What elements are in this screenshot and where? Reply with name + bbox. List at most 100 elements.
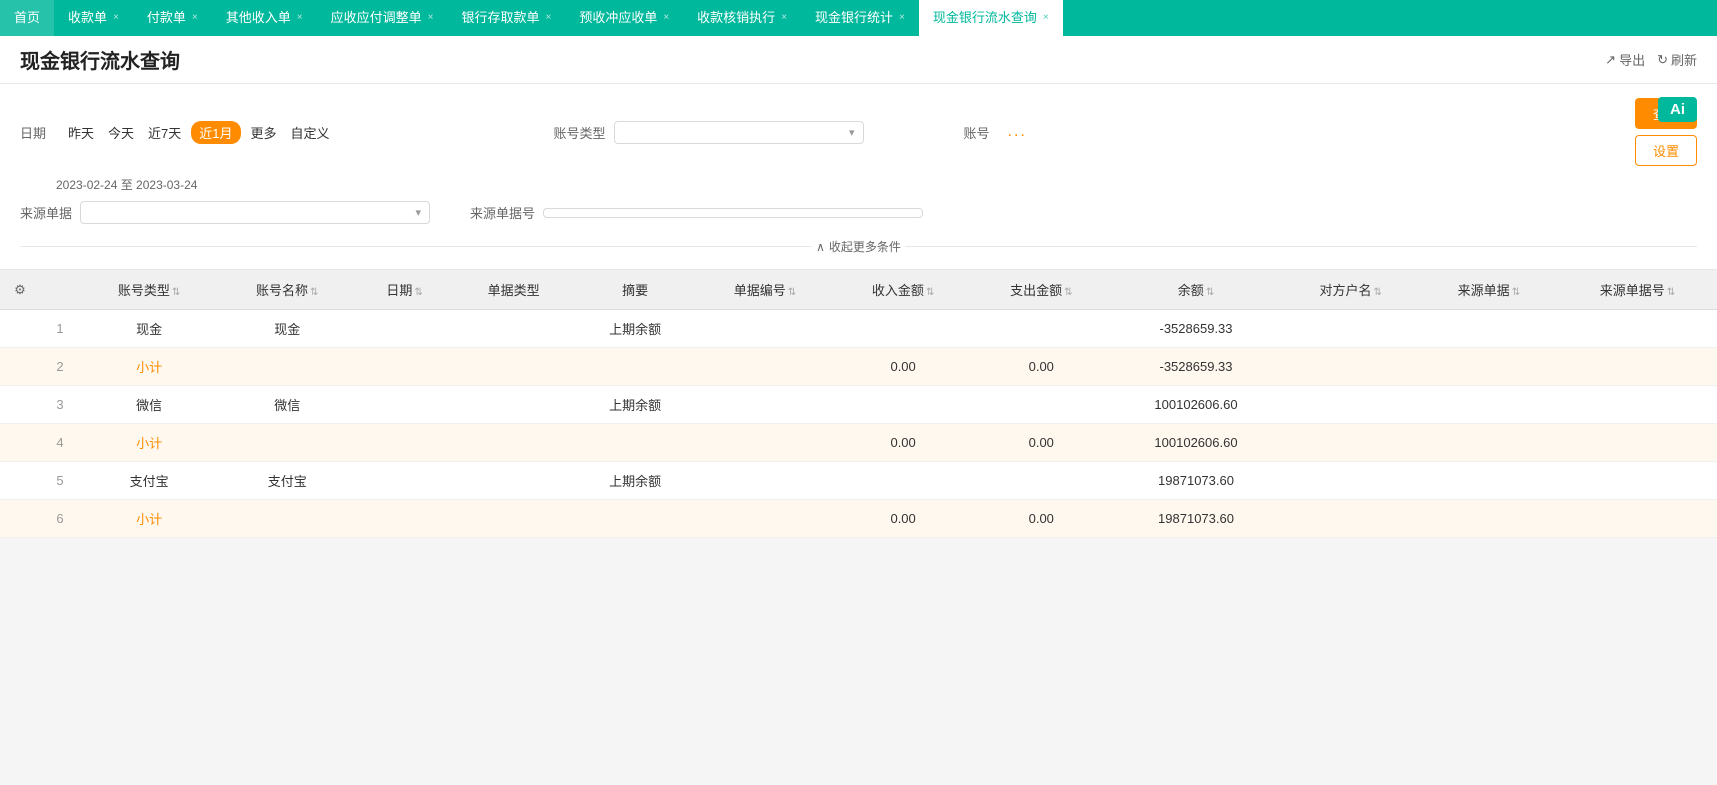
sort-icon: ⇅ [310,287,318,298]
close-icon[interactable]: × [428,0,434,36]
close-icon[interactable]: × [545,0,551,36]
cell-source_doc [1420,500,1558,538]
nav-item-首页[interactable]: 首页 [0,0,54,36]
nav-item-现金银行统计[interactable]: 现金银行统计× [801,0,919,36]
settings-button[interactable]: 设置 [1635,135,1697,166]
cell-num: 4 [40,424,80,462]
cell-account_name: 支付宝 [218,462,356,500]
close-icon[interactable]: × [192,0,198,36]
table-row: 3微信微信上期余额100102606.60 [0,386,1717,424]
data-table: ⚙账号类型⇅账号名称⇅日期⇅单据类型摘要单据编号⇅收入金额⇅支出金额⇅余额⇅对方… [0,270,1717,538]
table-area: ⚙账号类型⇅账号名称⇅日期⇅单据类型摘要单据编号⇅收入金额⇅支出金额⇅余额⇅对方… [0,270,1717,538]
cell-account_type: 小计 [80,500,218,538]
source-doc-input[interactable]: ▾ [80,201,430,224]
cell-account_name: 现金 [218,310,356,348]
cell-date [356,424,453,462]
cell-source_doc_no [1558,500,1717,538]
refresh-icon: ↻ [1657,52,1668,68]
cell-expense [972,386,1110,424]
close-icon[interactable]: × [113,0,119,36]
cell-num: 6 [40,500,80,538]
account-type-input[interactable]: ▾ [614,121,864,144]
cell-doc_type [453,462,575,500]
col-header-doc_type: 单据类型 [453,270,575,310]
header-row: ⚙账号类型⇅账号名称⇅日期⇅单据类型摘要单据编号⇅收入金额⇅支出金额⇅余额⇅对方… [0,270,1717,310]
col-header-source_doc[interactable]: 来源单据⇅ [1420,270,1558,310]
col-header-income[interactable]: 收入金额⇅ [834,270,972,310]
cell-doc_type [453,424,575,462]
collapse-label: 收起更多条件 [829,238,901,255]
close-icon[interactable]: × [663,0,669,36]
cell-doc_type [453,386,575,424]
source-doc-no-input[interactable] [543,208,923,218]
sort-icon: ⇅ [926,287,934,298]
cell-counterparty [1282,462,1420,500]
sort-icon: ⇅ [1667,287,1675,298]
col-header-source_doc_no[interactable]: 来源单据号⇅ [1558,270,1717,310]
gear-icon[interactable]: ⚙ [12,282,28,298]
col-header-account_name[interactable]: 账号名称⇅ [218,270,356,310]
refresh-button[interactable]: ↻ 刷新 [1657,50,1697,69]
cell-source_doc_no [1558,348,1717,386]
col-header-account_type[interactable]: 账号类型⇅ [80,270,218,310]
cell-doc_no [696,500,834,538]
nav-item-付款单[interactable]: 付款单× [133,0,212,36]
cell-summary: 上期余额 [574,386,696,424]
date-option-今天[interactable]: 今天 [104,121,138,144]
filter-area: 日期 昨天今天近7天近1月更多自定义 账号类型 ▾ 账号 ... 查询 设置 2… [0,84,1717,270]
collapse-conditions-button[interactable]: ∧ 收起更多条件 [20,234,1697,259]
cell-account_name: 微信 [218,386,356,424]
nav-item-应收应付调整单[interactable]: 应收应付调整单× [317,0,448,36]
nav-item-预收冲应收单[interactable]: 预收冲应收单× [565,0,683,36]
chevron-down-icon: ▾ [849,126,855,139]
close-icon[interactable]: × [1043,0,1049,36]
cell-settings [0,386,40,424]
cell-settings [0,500,40,538]
cell-settings [0,462,40,500]
cell-date [356,348,453,386]
nav-item-收款核销执行[interactable]: 收款核销执行× [683,0,801,36]
nav-item-其他收入单[interactable]: 其他收入单× [212,0,317,36]
ai-badge[interactable]: Ai [1658,97,1697,122]
cell-account_type: 微信 [80,386,218,424]
account-label: 账号 [964,123,1000,142]
date-option-自定义[interactable]: 自定义 [287,121,334,144]
cell-account_type: 支付宝 [80,462,218,500]
date-option-近7天[interactable]: 近7天 [144,121,185,144]
date-option-更多[interactable]: 更多 [247,121,281,144]
cell-balance: 19871073.60 [1110,500,1281,538]
col-header-date[interactable]: 日期⇅ [356,270,453,310]
nav-item-现金银行流水查询[interactable]: 现金银行流水查询× [919,0,1063,36]
cell-income [834,310,972,348]
sort-icon: ⇅ [1374,287,1382,298]
close-icon[interactable]: × [297,0,303,36]
cell-expense [972,462,1110,500]
cell-source_doc_no [1558,386,1717,424]
close-icon[interactable]: × [781,0,787,36]
cell-settings [0,424,40,462]
cell-summary [574,500,696,538]
col-header-counterparty[interactable]: 对方户名⇅ [1282,270,1420,310]
cell-doc_no [696,310,834,348]
table-header: ⚙账号类型⇅账号名称⇅日期⇅单据类型摘要单据编号⇅收入金额⇅支出金额⇅余额⇅对方… [0,270,1717,310]
export-button[interactable]: ↗ 导出 [1605,50,1645,69]
col-header-expense[interactable]: 支出金额⇅ [972,270,1110,310]
cell-doc_no [696,386,834,424]
date-option-昨天[interactable]: 昨天 [64,121,98,144]
col-header-doc_no[interactable]: 单据编号⇅ [696,270,834,310]
close-icon[interactable]: × [899,0,905,36]
col-header-balance[interactable]: 余额⇅ [1110,270,1281,310]
date-filter-group: 日期 昨天今天近7天近1月更多自定义 [20,121,334,144]
cell-income: 0.00 [834,348,972,386]
nav-item-银行存取款单[interactable]: 银行存取款单× [447,0,565,36]
cell-source_doc [1420,348,1558,386]
account-dots-button[interactable]: ... [1008,123,1027,141]
nav-item-收款单[interactable]: 收款单× [54,0,133,36]
date-option-近1月[interactable]: 近1月 [191,121,240,144]
cell-source_doc [1420,462,1558,500]
export-icon: ↗ [1605,52,1616,68]
cell-date [356,310,453,348]
account-type-label: 账号类型 [554,123,606,142]
filter-row-1: 日期 昨天今天近7天近1月更多自定义 账号类型 ▾ 账号 ... 查询 设置 [20,98,1697,166]
col-header-settings: ⚙ [0,270,40,310]
